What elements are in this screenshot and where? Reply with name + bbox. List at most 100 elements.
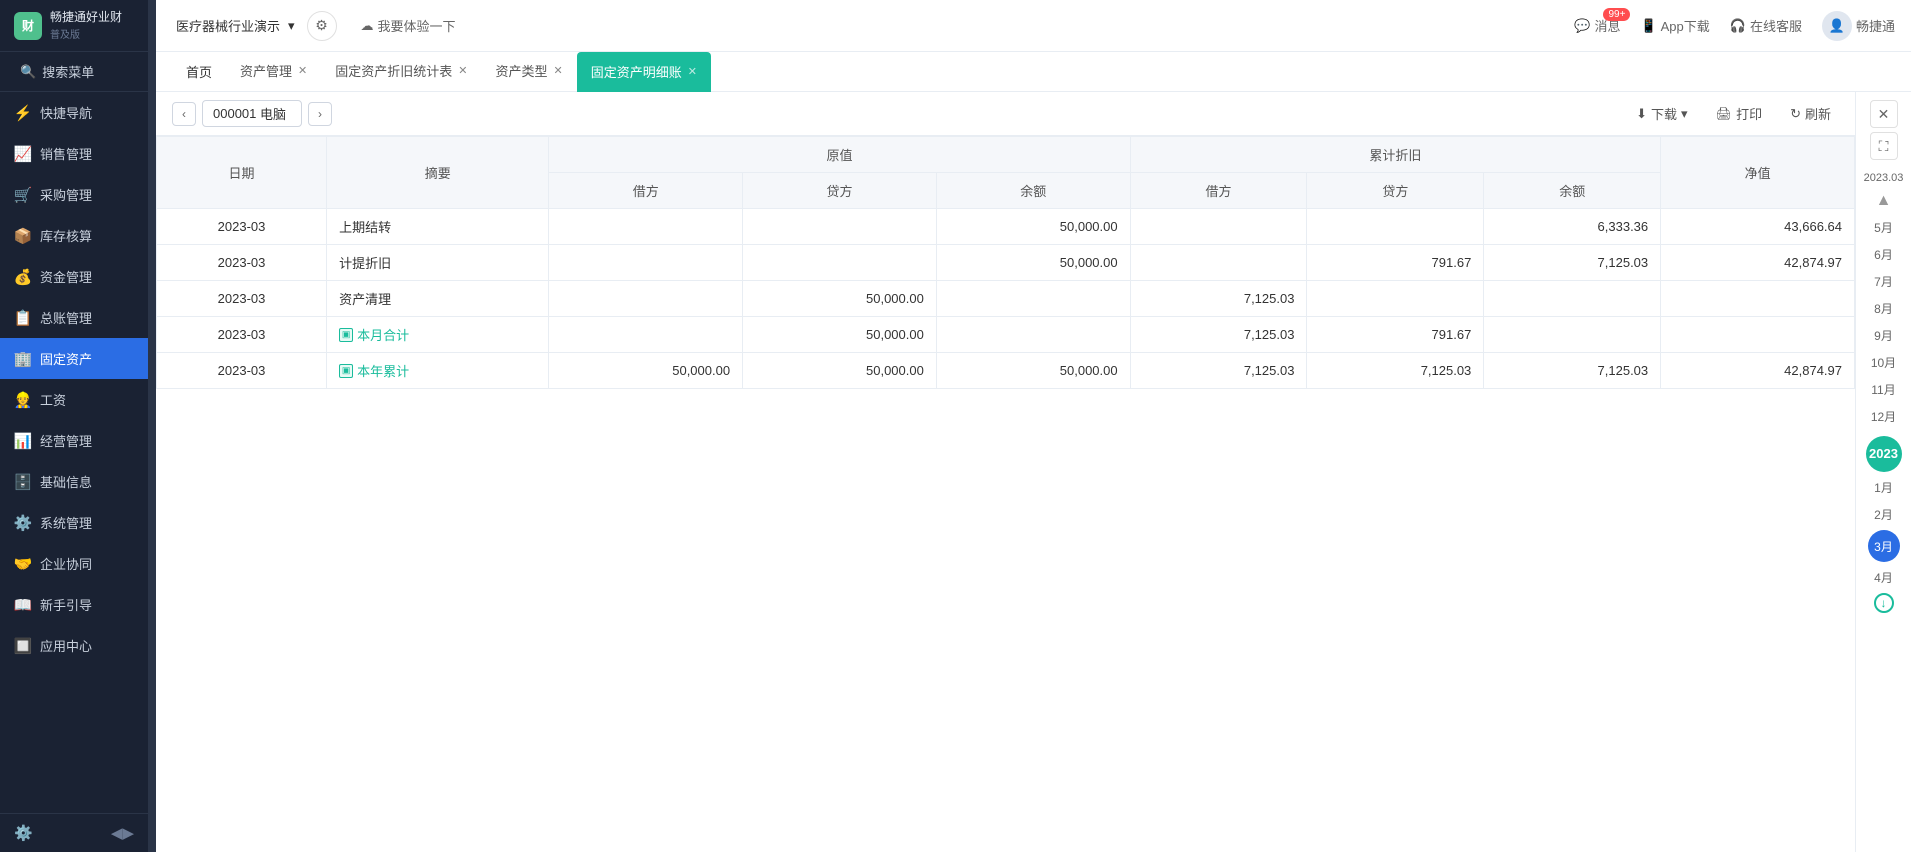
download-button[interactable]: ⬇ 下载 ▾ — [1628, 100, 1695, 127]
topbar-left: 医疗器械行业演示 ▾ ⚙ ☁ 我要体验一下 — [172, 11, 1574, 41]
message-badge: 99+ — [1603, 8, 1630, 21]
timeline-month-10[interactable]: 10月 — [1862, 349, 1906, 376]
table-row-desc: 计提折旧 — [327, 245, 549, 281]
user-profile[interactable]: 👤 畅捷通 — [1822, 11, 1895, 41]
message-button[interactable]: 💬 消息 99+ — [1574, 16, 1620, 35]
tab-home[interactable]: 首页 — [172, 52, 226, 92]
print-label: 打印 — [1736, 104, 1762, 123]
sidebar-item-payroll[interactable]: 👷 工资 — [0, 379, 148, 420]
service-icon: 🎧 — [1730, 18, 1746, 34]
company-settings-button[interactable]: ⚙ — [307, 11, 337, 41]
timeline-month-12[interactable]: 12月 — [1862, 403, 1906, 430]
asset-nav: ‹ 000001 电脑 › ⬇ 下载 ▾ 🖨 — [156, 92, 1855, 136]
tab-fixed-asset-detail-close[interactable]: ✕ — [688, 65, 697, 78]
payroll-label: 工资 — [40, 390, 66, 409]
sidebar-item-sales[interactable]: 📈 销售管理 — [0, 133, 148, 174]
inventory-label: 库存核算 — [40, 226, 92, 245]
sidebar-item-collab[interactable]: 🤝 企业协同 — [0, 543, 148, 584]
table-row-orig-balance — [936, 281, 1130, 317]
sidebar-item-app-center[interactable]: 🔲 应用中心 — [0, 625, 148, 666]
settings-bottom-icon[interactable]: ⚙️ — [14, 824, 33, 842]
col-date: 日期 — [157, 137, 327, 209]
table-row-dep-balance — [1484, 281, 1661, 317]
timeline-month-7[interactable]: 7月 — [1862, 268, 1906, 295]
user-label: 畅捷通 — [1856, 16, 1895, 35]
collab-label: 企业协同 — [40, 554, 92, 573]
trial-button[interactable]: ☁ 我要体验一下 — [357, 16, 456, 35]
sidebar-item-fixed-asset[interactable]: 🏢 固定资产 — [0, 338, 148, 379]
timeline-year-badge[interactable]: 2023 — [1866, 436, 1902, 472]
table-row-orig-credit: 50,000.00 — [743, 317, 937, 353]
timeline-month-2[interactable]: 2月 — [1862, 501, 1906, 528]
table-row-desc: ▣本月合计 — [327, 317, 549, 353]
refresh-button[interactable]: ↻ 刷新 — [1782, 100, 1839, 127]
table-row-orig-credit: 50,000.00 — [743, 353, 937, 389]
tab-depreciation-table[interactable]: 固定资产折旧统计表 ✕ — [321, 52, 481, 92]
payroll-icon: 👷 — [14, 391, 32, 409]
guide-label: 新手引导 — [40, 595, 92, 614]
timeline-month-3[interactable]: 3月 — [1868, 530, 1900, 562]
sidebar-item-quick-nav[interactable]: ⚡ 快捷导航 — [0, 92, 148, 133]
asset-name: 电脑 — [260, 104, 286, 123]
sidebar-item-guide[interactable]: 📖 新手引导 — [0, 584, 148, 625]
sidebar-logo: 财 畅捷通好业财 普及版 — [0, 0, 148, 52]
company-dropdown-icon: ▾ — [288, 18, 295, 34]
system-label: 系统管理 — [40, 513, 92, 532]
table-row-dep-balance — [1484, 317, 1661, 353]
sidebar-item-ops[interactable]: 📊 经营管理 — [0, 420, 148, 461]
table-row-orig-balance: 50,000.00 — [936, 209, 1130, 245]
sidebar-item-system[interactable]: ⚙️ 系统管理 — [0, 502, 148, 543]
timeline-month-6[interactable]: 6月 — [1862, 241, 1906, 268]
timeline-month-5[interactable]: 5月 — [1862, 214, 1906, 241]
sidebar-item-fund[interactable]: 💰 资金管理 — [0, 256, 148, 297]
sidebar-item-inventory[interactable]: 📦 库存核算 — [0, 215, 148, 256]
customer-service-button[interactable]: 🎧 在线客服 — [1730, 16, 1802, 35]
content-area: ‹ 000001 电脑 › ⬇ 下载 ▾ 🖨 — [156, 92, 1911, 852]
timeline-down-nav[interactable]: ↓ — [1874, 593, 1894, 613]
system-icon: ⚙️ — [14, 514, 32, 532]
collapse-sidebar-icon[interactable]: ◀▶ — [111, 824, 134, 842]
search-icon: 🔍 — [20, 64, 36, 80]
table-row-date: 2023-03 — [157, 209, 327, 245]
col-group-depreciation: 累计折旧 — [1130, 137, 1661, 173]
col-net-value: 净值 — [1661, 137, 1855, 209]
sidebar-item-ledger[interactable]: 📋 总账管理 — [0, 297, 148, 338]
timeline-month-9[interactable]: 9月 — [1862, 322, 1906, 349]
tab-asset-type-label: 资产类型 — [495, 61, 547, 80]
col-orig-balance: 余额 — [936, 173, 1130, 209]
tab-asset-management[interactable]: 资产管理 ✕ — [226, 52, 321, 92]
timeline-month-11[interactable]: 11月 — [1862, 376, 1906, 403]
company-selector[interactable]: 医疗器械行业演示 ▾ — [172, 16, 299, 35]
app-download-button[interactable]: 📱 App下载 — [1640, 16, 1709, 35]
table-row-dep-credit — [1307, 209, 1484, 245]
table-row-desc: 资产清理 — [327, 281, 549, 317]
sidebar-scroll-handle[interactable] — [148, 0, 156, 852]
timeline-month-4[interactable]: 4月 — [1862, 564, 1906, 591]
table-row-date: 2023-03 — [157, 281, 327, 317]
print-button[interactable]: 🖨 打印 — [1708, 100, 1771, 127]
tab-asset-type[interactable]: 资产类型 ✕ — [481, 52, 576, 92]
tab-depreciation-close[interactable]: ✕ — [458, 64, 467, 77]
download-btn-icon: ⬇ — [1636, 106, 1647, 122]
sidebar-item-base-info[interactable]: 🗄️ 基础信息 — [0, 461, 148, 502]
user-avatar: 👤 — [1822, 11, 1852, 41]
asset-next-button[interactable]: › — [308, 102, 332, 126]
sidebar-search[interactable]: 🔍 搜索菜单 — [0, 52, 148, 92]
sidebar-item-purchase[interactable]: 🛒 采购管理 — [0, 174, 148, 215]
quick-nav-icon: ⚡ — [14, 104, 32, 122]
table-row-orig-balance: 50,000.00 — [936, 353, 1130, 389]
trial-icon: ☁ — [361, 18, 374, 34]
table-row-net-value: 43,666.64 — [1661, 209, 1855, 245]
asset-prev-button[interactable]: ‹ — [172, 102, 196, 126]
tab-asset-type-close[interactable]: ✕ — [554, 64, 563, 77]
topbar: 医疗器械行业演示 ▾ ⚙ ☁ 我要体验一下 💬 消息 99+ 📱 App下载 🎧… — [156, 0, 1911, 52]
panel-controls: ✕ ⛶ — [1870, 100, 1898, 160]
panel-expand-button[interactable]: ⛶ — [1870, 132, 1898, 160]
timeline-month-8[interactable]: 8月 — [1862, 295, 1906, 322]
tab-fixed-asset-detail[interactable]: 固定资产明细账 ✕ — [577, 52, 711, 92]
panel-close-button[interactable]: ✕ — [1870, 100, 1898, 128]
table-row-orig-credit: 50,000.00 — [743, 281, 937, 317]
timeline-month-1[interactable]: 1月 — [1862, 474, 1906, 501]
timeline-up-nav[interactable]: ▲ — [1872, 188, 1896, 214]
tab-asset-management-close[interactable]: ✕ — [298, 64, 307, 77]
